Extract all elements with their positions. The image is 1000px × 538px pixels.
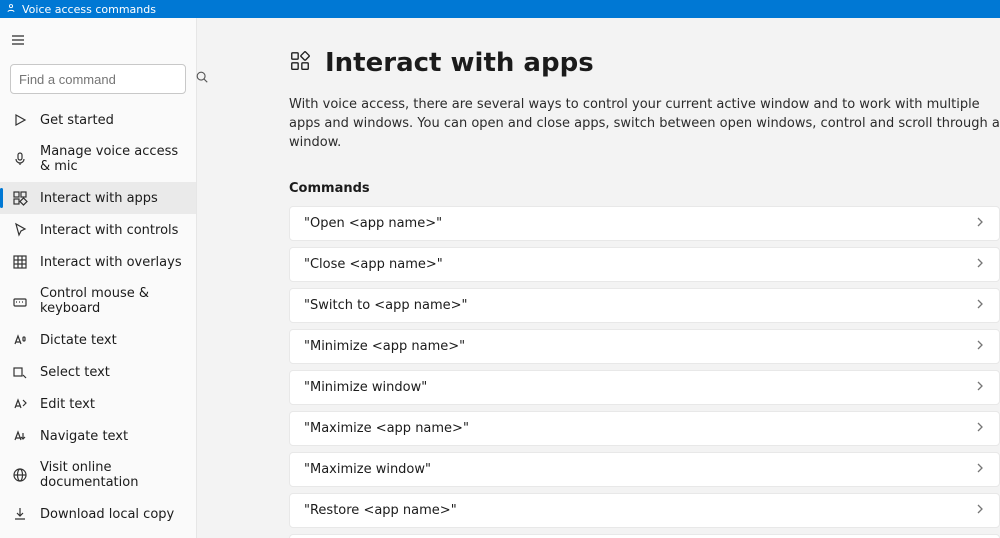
sidebar-item-navigate-text[interactable]: Navigate text (0, 420, 196, 452)
chevron-right-icon (975, 503, 985, 518)
sidebar-item-manage-voice-mic[interactable]: Manage voice access & mic (0, 136, 196, 182)
download-icon (12, 506, 28, 522)
hamburger-button[interactable] (0, 26, 196, 58)
sidebar-item-mouse-keyboard[interactable]: Control mouse & keyboard (0, 278, 196, 324)
sidebar-item-label: Edit text (40, 397, 95, 412)
sidebar-item-label: Control mouse & keyboard (40, 286, 186, 316)
search-input[interactable] (19, 72, 195, 87)
sidebar-item-edit-text[interactable]: Edit text (0, 388, 196, 420)
sidebar-item-label: Download local copy (40, 507, 174, 522)
sidebar-item-interact-overlays[interactable]: Interact with overlays (0, 246, 196, 278)
command-row[interactable]: "Maximize <app name>" (289, 411, 1000, 446)
apps-icon (289, 50, 311, 76)
chevron-right-icon (975, 421, 985, 436)
command-label: "Minimize window" (304, 380, 427, 395)
command-label: "Close <app name>" (304, 257, 443, 272)
sidebar: Get started Manage voice access & mic In… (0, 18, 197, 538)
chevron-right-icon (975, 462, 985, 477)
sidebar-item-label: Get started (40, 113, 114, 128)
commands-list: "Open <app name>" "Close <app name>" "Swit… (289, 206, 1000, 538)
play-icon (12, 112, 28, 128)
grid-icon (12, 254, 28, 270)
edit-text-icon (12, 396, 28, 412)
mic-icon (12, 151, 28, 167)
select-text-icon (12, 364, 28, 380)
sidebar-item-label: Manage voice access & mic (40, 144, 186, 174)
search-box[interactable] (10, 64, 186, 94)
command-row[interactable]: "Close <app name>" (289, 247, 1000, 282)
content-area: Interact with apps With voice access, th… (197, 18, 1000, 538)
sidebar-item-label: Select text (40, 365, 110, 380)
command-row[interactable]: "Restore <app name>" (289, 493, 1000, 528)
sidebar-footer: Visit online documentation Download loca… (0, 452, 196, 538)
command-row[interactable]: "Restore window" (289, 534, 1000, 538)
cursor-icon (12, 222, 28, 238)
sidebar-item-label: Navigate text (40, 429, 128, 444)
chevron-right-icon (975, 257, 985, 272)
app-icon (6, 3, 16, 16)
command-label: "Open <app name>" (304, 216, 442, 231)
window-title: Voice access commands (22, 3, 156, 16)
chevron-right-icon (975, 216, 985, 231)
page-title: Interact with apps (325, 48, 594, 78)
sidebar-item-interact-apps[interactable]: Interact with apps (0, 182, 196, 214)
sidebar-item-get-started[interactable]: Get started (0, 104, 196, 136)
apps-icon (12, 190, 28, 206)
command-row[interactable]: "Minimize window" (289, 370, 1000, 405)
sidebar-item-interact-controls[interactable]: Interact with controls (0, 214, 196, 246)
command-label: "Switch to <app name>" (304, 298, 468, 313)
command-label: "Maximize window" (304, 462, 431, 477)
page-header: Interact with apps (289, 48, 1000, 78)
chevron-right-icon (975, 339, 985, 354)
sidebar-item-label: Interact with apps (40, 191, 158, 206)
mouse-keyboard-icon (12, 293, 28, 309)
globe-icon (12, 467, 28, 483)
chevron-right-icon (975, 380, 985, 395)
page-description: With voice access, there are several way… (289, 96, 1000, 153)
dictate-icon (12, 332, 28, 348)
command-label: "Restore <app name>" (304, 503, 457, 518)
nav-list: Get started Manage voice access & mic In… (0, 104, 196, 452)
window-titlebar: Voice access commands (0, 0, 1000, 18)
command-label: "Maximize <app name>" (304, 421, 469, 436)
sidebar-item-label: Interact with controls (40, 223, 178, 238)
sidebar-item-download[interactable]: Download local copy (0, 498, 196, 530)
sidebar-item-label: Interact with overlays (40, 255, 182, 270)
command-row[interactable]: "Switch to <app name>" (289, 288, 1000, 323)
commands-heading: Commands (289, 181, 1000, 196)
command-row[interactable]: "Minimize <app name>" (289, 329, 1000, 364)
sidebar-item-select-text[interactable]: Select text (0, 356, 196, 388)
command-row[interactable]: "Open <app name>" (289, 206, 1000, 241)
sidebar-item-label: Dictate text (40, 333, 117, 348)
chevron-right-icon (975, 298, 985, 313)
command-label: "Minimize <app name>" (304, 339, 465, 354)
sidebar-item-online-docs[interactable]: Visit online documentation (0, 452, 196, 498)
sidebar-item-dictate-text[interactable]: Dictate text (0, 324, 196, 356)
navigate-text-icon (12, 428, 28, 444)
sidebar-item-label: Visit online documentation (40, 460, 186, 490)
command-row[interactable]: "Maximize window" (289, 452, 1000, 487)
